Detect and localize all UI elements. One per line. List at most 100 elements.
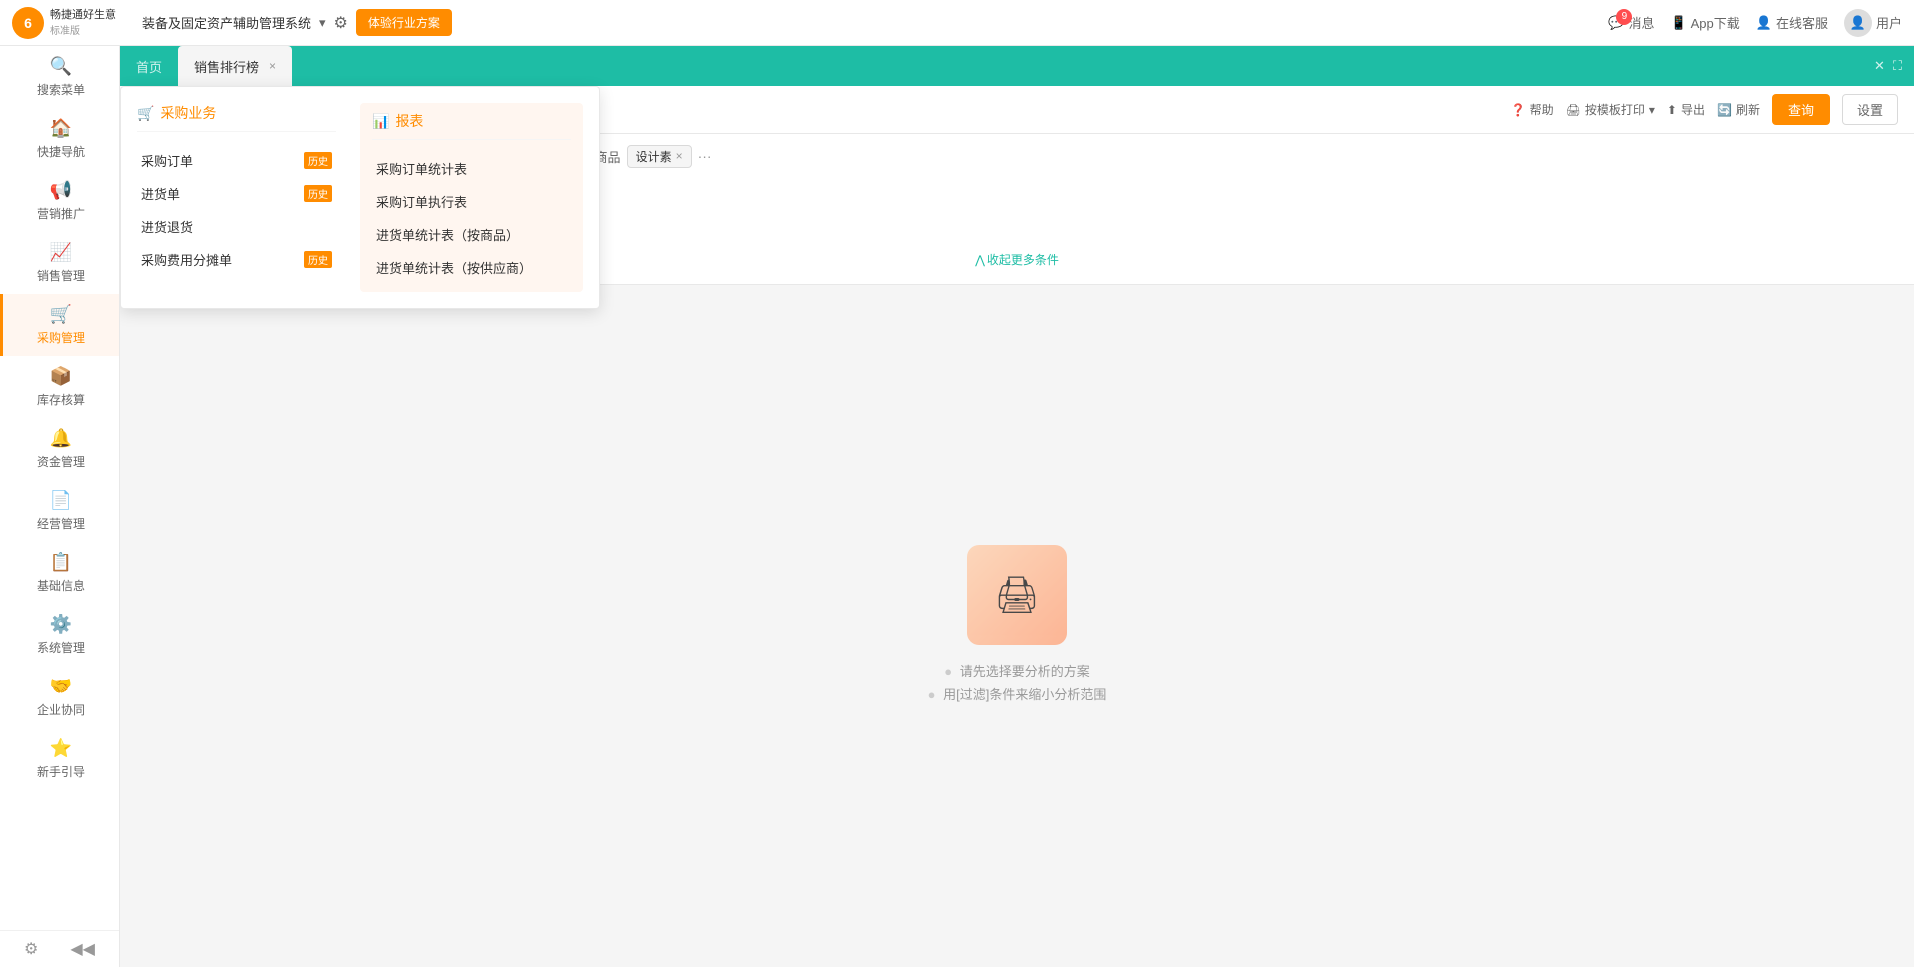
purchase-icon: 🛒 [50, 304, 72, 325]
sidebar-item-label: 新手引导 [37, 763, 85, 780]
menu-item-purchase-order-exec[interactable]: 采购订单执行表 [372, 185, 571, 218]
menu-item-goods-stats-by-product[interactable]: 进货单统计表（按商品） [372, 218, 571, 251]
capital-icon: 🔔 [50, 428, 72, 449]
menu-item-goods-receipt[interactable]: 进货单 历史 [137, 177, 336, 210]
search-icon: 🔍 [50, 56, 72, 77]
reports-col: 📊 报表 采购订单统计表 采购订单执行表 进货单统计表（按商品） 进货单统计表（… [360, 103, 583, 292]
sidebar-item-label: 库存核算 [37, 391, 85, 408]
top-header: 6 畅捷通好生意 标准版 装备及固定资产辅助管理系统 ▾ ⚙ 体验行业方案 💬 … [0, 0, 1914, 46]
sidebar-item-search[interactable]: 🔍 搜索菜单 [0, 46, 119, 108]
sidebar-item-label: 搜索菜单 [37, 81, 85, 98]
help-icon: ❓ [1511, 103, 1526, 117]
sidebar-item-purchase[interactable]: 🛒 采购管理 [0, 294, 119, 356]
empty-state: 🖨 ● 请先选择要分析的方案 ● 用[过滤]条件来缩小分析范围 [120, 285, 1914, 967]
sidebar-item-label: 采购管理 [37, 329, 85, 346]
export-btn[interactable]: ⬆ 导出 [1667, 101, 1705, 118]
empty-hint-2: ● 用[过滤]条件来缩小分析范围 [928, 684, 1107, 703]
sidebar-item-inventory[interactable]: 📦 库存核算 [0, 356, 119, 418]
menu-item-purchase-expense[interactable]: 采购费用分摊单 历史 [137, 243, 336, 276]
collapse-up-icon: ⋀ [975, 253, 985, 267]
user-label: 用户 [1876, 13, 1902, 32]
tab-right-actions: ✕ ⛶ [1874, 58, 1914, 74]
menu-item-goods-return[interactable]: 进货退货 [137, 210, 336, 243]
inventory-icon: 📦 [50, 366, 72, 387]
content-area: 首页 销售排行榜 × ✕ ⛶ 🛒 采购业务 采购订单 历史 [120, 46, 1914, 967]
phone-icon: 📱 [1670, 15, 1686, 31]
logo-text: 畅捷通好生意 [50, 8, 116, 22]
menu-item-goods-stats-by-supplier[interactable]: 进货单统计表（按供应商） [372, 251, 571, 284]
main-layout: 🔍 搜索菜单 🏠 快捷导航 📢 营销推广 📈 销售管理 🛒 采购管理 📦 库存核… [0, 46, 1914, 967]
sidebar-item-label: 系统管理 [37, 639, 85, 656]
header-mid: 装备及固定资产辅助管理系统 ▾ ⚙ 体验行业方案 [132, 9, 1608, 36]
reports-title: 📊 报表 [372, 111, 571, 140]
history-badge: 历史 [304, 152, 332, 169]
query-button[interactable]: 查询 [1772, 94, 1830, 125]
tab-close-window-icon[interactable]: ✕ [1874, 58, 1885, 74]
tab-fullscreen-icon[interactable]: ⛶ [1893, 58, 1902, 74]
purchase-dropdown-menu: 🛒 采购业务 采购订单 历史 进货单 历史 进货退货 采购费用分摊单 历史 [120, 86, 600, 309]
sidebar-item-operations[interactable]: 📄 经营管理 [0, 480, 119, 542]
trial-button[interactable]: 体验行业方案 [356, 9, 452, 36]
sidebar-item-system[interactable]: ⚙️ 系统管理 [0, 604, 119, 666]
empty-illustration: 🖨 [967, 545, 1067, 645]
goods-filter: 商品 设计素 × ··· [595, 145, 712, 168]
message-item[interactable]: 💬 9 消息 [1608, 13, 1654, 32]
sidebar-collapse-icon[interactable]: ◀◀ [70, 939, 95, 959]
sidebar-item-label: 企业协同 [37, 701, 85, 718]
badge-count: 9 [1616, 9, 1632, 25]
message-label: 消息 [1628, 13, 1654, 32]
sidebar-item-marketing[interactable]: 📢 营销推广 [0, 170, 119, 232]
app-download-label: App下载 [1691, 13, 1740, 32]
refresh-icon: 🔄 [1717, 103, 1732, 117]
operations-icon: 📄 [50, 490, 72, 511]
goods-more-btn[interactable]: ··· [698, 148, 712, 164]
menu-item-purchase-order[interactable]: 采购订单 历史 [137, 144, 336, 177]
goods-tag-close[interactable]: × [676, 149, 683, 163]
basic-icon: 📋 [50, 552, 72, 573]
history-badge: 历史 [304, 251, 332, 268]
sidebar-item-label: 营销推广 [37, 205, 85, 222]
empty-hint-1: ● 请先选择要分析的方案 [944, 661, 1090, 680]
sidebar-item-quick-nav[interactable]: 🏠 快捷导航 [0, 108, 119, 170]
sidebar-bottom: ⚙ ◀◀ [0, 930, 119, 967]
tab-home[interactable]: 首页 [120, 46, 178, 86]
avatar: 👤 [1844, 9, 1872, 37]
online-service-label: 在线客服 [1776, 13, 1828, 32]
sidebar-item-label: 资金管理 [37, 453, 85, 470]
tab-sales-ranking[interactable]: 销售排行榜 × [178, 46, 292, 86]
purchase-business-icon: 🛒 [137, 105, 154, 122]
refresh-btn[interactable]: 🔄 刷新 [1717, 101, 1760, 118]
logo-sub: 标准版 [50, 22, 116, 37]
sidebar-item-sales[interactable]: 📈 销售管理 [0, 232, 119, 294]
sidebar-item-enterprise[interactable]: 🤝 企业协同 [0, 666, 119, 728]
collapse-btn[interactable]: ⋀ 收起更多条件 [975, 245, 1059, 274]
tab-bar: 首页 销售排行榜 × ✕ ⛶ [120, 46, 1914, 86]
settings-icon[interactable]: ⚙ [334, 13, 348, 33]
app-download-item[interactable]: 📱 App下载 [1670, 13, 1739, 32]
settings-button[interactable]: 设置 [1842, 94, 1898, 125]
tab-close-icon[interactable]: × [269, 59, 276, 73]
notification-badge: 💬 9 [1608, 15, 1624, 31]
sidebar-item-basic[interactable]: 📋 基础信息 [0, 542, 119, 604]
online-service-item[interactable]: 👤 在线客服 [1756, 13, 1828, 32]
home-icon: 🏠 [50, 118, 72, 139]
tab-home-label: 首页 [136, 57, 162, 76]
marketing-icon: 📢 [50, 180, 72, 201]
header-right: 💬 9 消息 📱 App下载 👤 在线客服 👤 用户 [1608, 9, 1902, 37]
print-dropdown-icon[interactable]: ▾ [1649, 103, 1655, 117]
history-badge: 历史 [304, 185, 332, 202]
print-btn[interactable]: 🖨 按模板打印 ▾ [1566, 101, 1655, 118]
purchase-business-title: 🛒 采购业务 [137, 103, 336, 132]
sidebar-item-capital[interactable]: 🔔 资金管理 [0, 418, 119, 480]
dropdown-arrow-icon[interactable]: ▾ [319, 15, 326, 31]
user-item[interactable]: 👤 用户 [1844, 9, 1902, 37]
menu-item-purchase-order-stats[interactable]: 采购订单统计表 [372, 152, 571, 185]
system-icon: ⚙️ [50, 614, 72, 635]
guide-icon: ⭐ [50, 738, 72, 759]
logo-icon: 6 [12, 7, 44, 39]
sidebar-settings-icon[interactable]: ⚙ [24, 939, 38, 959]
sidebar-item-guide[interactable]: ⭐ 新手引导 [0, 728, 119, 790]
help-btn[interactable]: ❓ 帮助 [1511, 101, 1554, 118]
tab-sales-ranking-label: 销售排行榜 [194, 57, 259, 76]
sidebar-item-label: 销售管理 [37, 267, 85, 284]
